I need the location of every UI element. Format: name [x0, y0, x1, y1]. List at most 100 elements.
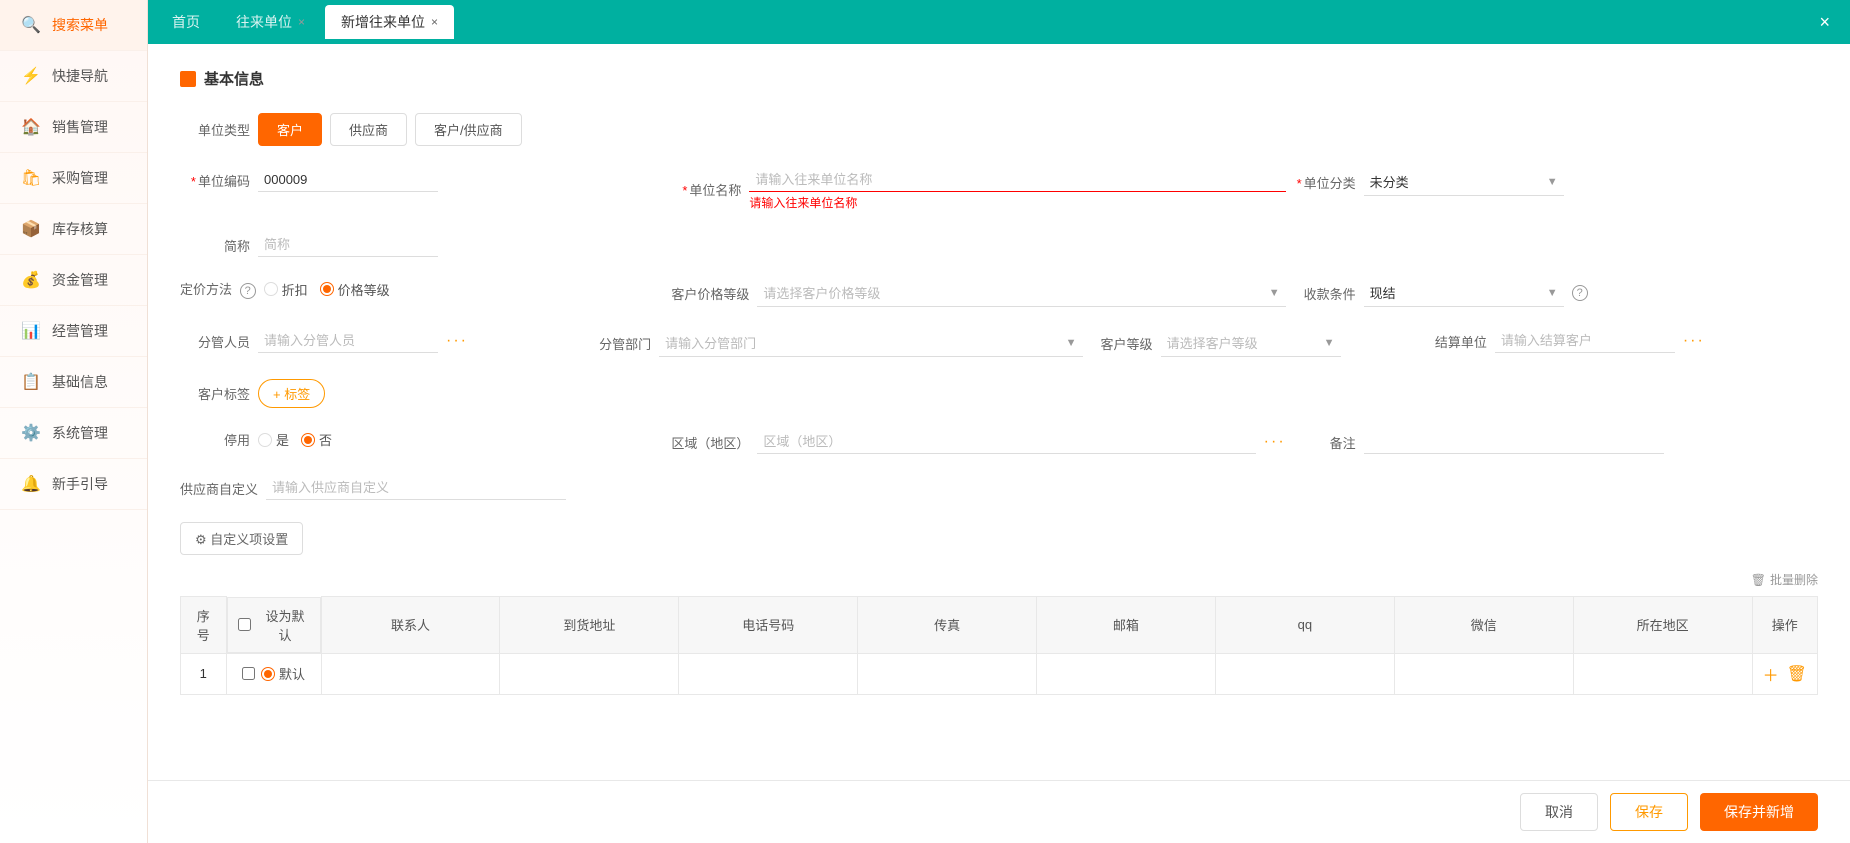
cell-region[interactable] [1573, 653, 1752, 694]
cell-qq[interactable] [1215, 653, 1394, 694]
customer-level-select[interactable]: 请选择客户等级 ▼ [1161, 329, 1341, 357]
sidebar-item-quick-nav[interactable]: ⚡ 快捷导航 [0, 51, 147, 102]
radio-discount-circle [264, 282, 278, 296]
bag-icon: 🛍 [20, 167, 42, 189]
row-region-input[interactable] [1584, 666, 1742, 681]
cancel-button[interactable]: 取消 [1520, 793, 1598, 831]
cell-wechat[interactable] [1394, 653, 1573, 694]
bell-icon: 🔔 [20, 473, 42, 495]
add-tag-button[interactable]: + 标签 [258, 379, 325, 408]
sidebar-item-operations[interactable]: 📊 经营管理 [0, 306, 147, 357]
phone-input[interactable] [689, 666, 847, 681]
btn-both[interactable]: 客户/供应商 [415, 113, 522, 146]
select-all-checkbox[interactable] [238, 618, 251, 631]
cell-index: 1 [181, 653, 227, 694]
sidebar-item-guide[interactable]: 🔔 新手引导 [0, 459, 147, 510]
unit-code-label: *单位编码 [180, 171, 250, 190]
default-radio[interactable]: 默认 [261, 664, 305, 683]
batch-delete-label[interactable]: 批量删除 [1770, 571, 1818, 588]
row-checkbox[interactable] [242, 667, 255, 680]
sidebar-item-purchase[interactable]: 🛍 采购管理 [0, 153, 147, 204]
unit-type-label: 单位类型 [180, 120, 250, 139]
payment-terms-select[interactable]: 现结 ▼ [1364, 279, 1564, 307]
col-fax: 传真 [858, 597, 1037, 654]
chevron-down-icon: ▼ [1547, 287, 1558, 299]
unit-code-input[interactable] [258, 168, 438, 192]
cell-email[interactable] [1037, 653, 1216, 694]
contacts-table: 序号 设为默认 联系人 到货地址 电话号码 传真 邮箱 qq 微信 所在地区 操… [180, 596, 1818, 695]
settlement-more-icon[interactable]: ··· [1683, 332, 1705, 350]
radio-price-level[interactable]: 价格等级 [320, 280, 390, 299]
remark-input[interactable] [1364, 430, 1664, 454]
manager-field: 分管人员 ··· [180, 329, 581, 353]
row-delete-icon[interactable]: 🗑 [1787, 664, 1807, 684]
customer-price-level-select[interactable]: 请选择客户价格等级 ▼ [757, 279, 1285, 307]
row-add-icon[interactable]: ＋ [1763, 662, 1779, 686]
radio-disabled-no[interactable]: 否 [301, 430, 332, 449]
cell-contact[interactable] [321, 653, 500, 694]
payment-terms-value: 现结 [1370, 283, 1396, 302]
save-new-button[interactable]: 保存并新增 [1700, 793, 1818, 831]
sidebar-item-sales[interactable]: 🏠 销售管理 [0, 102, 147, 153]
radio-discount[interactable]: 折扣 [264, 280, 308, 299]
chevron-down-icon: ▼ [1269, 287, 1280, 299]
sidebar-item-inventory[interactable]: 📦 库存核算 [0, 204, 147, 255]
sidebar-item-label: 经营管理 [52, 321, 108, 341]
window-close-icon[interactable]: × [1807, 12, 1842, 33]
sidebar-item-label: 销售管理 [52, 117, 108, 137]
department-select[interactable]: 请输入分管部门 ▼ [659, 329, 1082, 357]
tab-new-partner[interactable]: 新增往来单位 × [325, 5, 454, 39]
sidebar-item-search[interactable]: 🔍 搜索菜单 [0, 0, 147, 51]
unit-category-field: *单位分类 未分类 ▼ [1286, 168, 1818, 196]
payment-help-icon[interactable]: ? [1572, 285, 1588, 301]
tab-new-partner-close-icon[interactable]: × [431, 15, 438, 29]
supplier-custom-input[interactable] [266, 476, 566, 500]
region-more-icon[interactable]: ··· [1264, 433, 1286, 451]
wechat-input[interactable] [1405, 666, 1563, 681]
radio-no-label: 否 [319, 430, 332, 449]
customer-price-level-label: 客户价格等级 [671, 284, 749, 303]
cell-address[interactable] [500, 653, 679, 694]
sidebar-item-system[interactable]: ⚙️ 系统管理 [0, 408, 147, 459]
contact-input[interactable] [332, 666, 490, 681]
region-input[interactable] [757, 430, 1255, 454]
tab-partners[interactable]: 往来单位 × [220, 5, 321, 39]
custom-settings-button[interactable]: ⚙ 自定义项设置 [180, 522, 303, 555]
disabled-label: 停用 [180, 430, 250, 449]
short-name-input[interactable] [258, 233, 438, 257]
tab-label: 新增往来单位 [341, 12, 425, 32]
qq-input[interactable] [1226, 666, 1384, 681]
search-icon: 🔍 [20, 14, 42, 36]
cell-action: ＋ 🗑 [1752, 653, 1817, 694]
email-input[interactable] [1047, 666, 1205, 681]
tab-partners-close-icon[interactable]: × [298, 15, 305, 29]
sidebar-item-basic-info[interactable]: 📋 基础信息 [0, 357, 147, 408]
col-wechat: 微信 [1394, 597, 1573, 654]
unit-name-input[interactable] [749, 168, 1285, 192]
col-index: 序号 [181, 597, 227, 654]
pricing-method-label: 定价方法 ? [180, 279, 256, 299]
col-address: 到货地址 [500, 597, 679, 654]
manager-input[interactable] [258, 329, 438, 353]
settlement-unit-input[interactable] [1495, 329, 1675, 353]
radio-disabled-yes[interactable]: 是 [258, 430, 289, 449]
lightning-icon: ⚡ [20, 65, 42, 87]
chevron-down-icon: ▼ [1066, 337, 1077, 349]
cell-phone[interactable] [679, 653, 858, 694]
btn-customer[interactable]: 客户 [258, 113, 322, 146]
btn-supplier[interactable]: 供应商 [330, 113, 407, 146]
sidebar-item-finance[interactable]: 💰 资金管理 [0, 255, 147, 306]
fax-input[interactable] [868, 666, 1026, 681]
section-icon [180, 71, 196, 87]
sidebar-item-label: 系统管理 [52, 423, 108, 443]
unit-category-select[interactable]: 未分类 ▼ [1364, 168, 1564, 196]
short-name-row: 简称 [180, 233, 1818, 257]
sidebar-item-label: 基础信息 [52, 372, 108, 392]
tab-home[interactable]: 首页 [156, 12, 216, 32]
radio-no-circle [301, 433, 315, 447]
manager-more-icon[interactable]: ··· [446, 332, 468, 350]
save-button[interactable]: 保存 [1610, 793, 1688, 831]
pricing-help-icon[interactable]: ? [240, 283, 256, 299]
cell-fax[interactable] [858, 653, 1037, 694]
address-input[interactable] [510, 666, 668, 681]
